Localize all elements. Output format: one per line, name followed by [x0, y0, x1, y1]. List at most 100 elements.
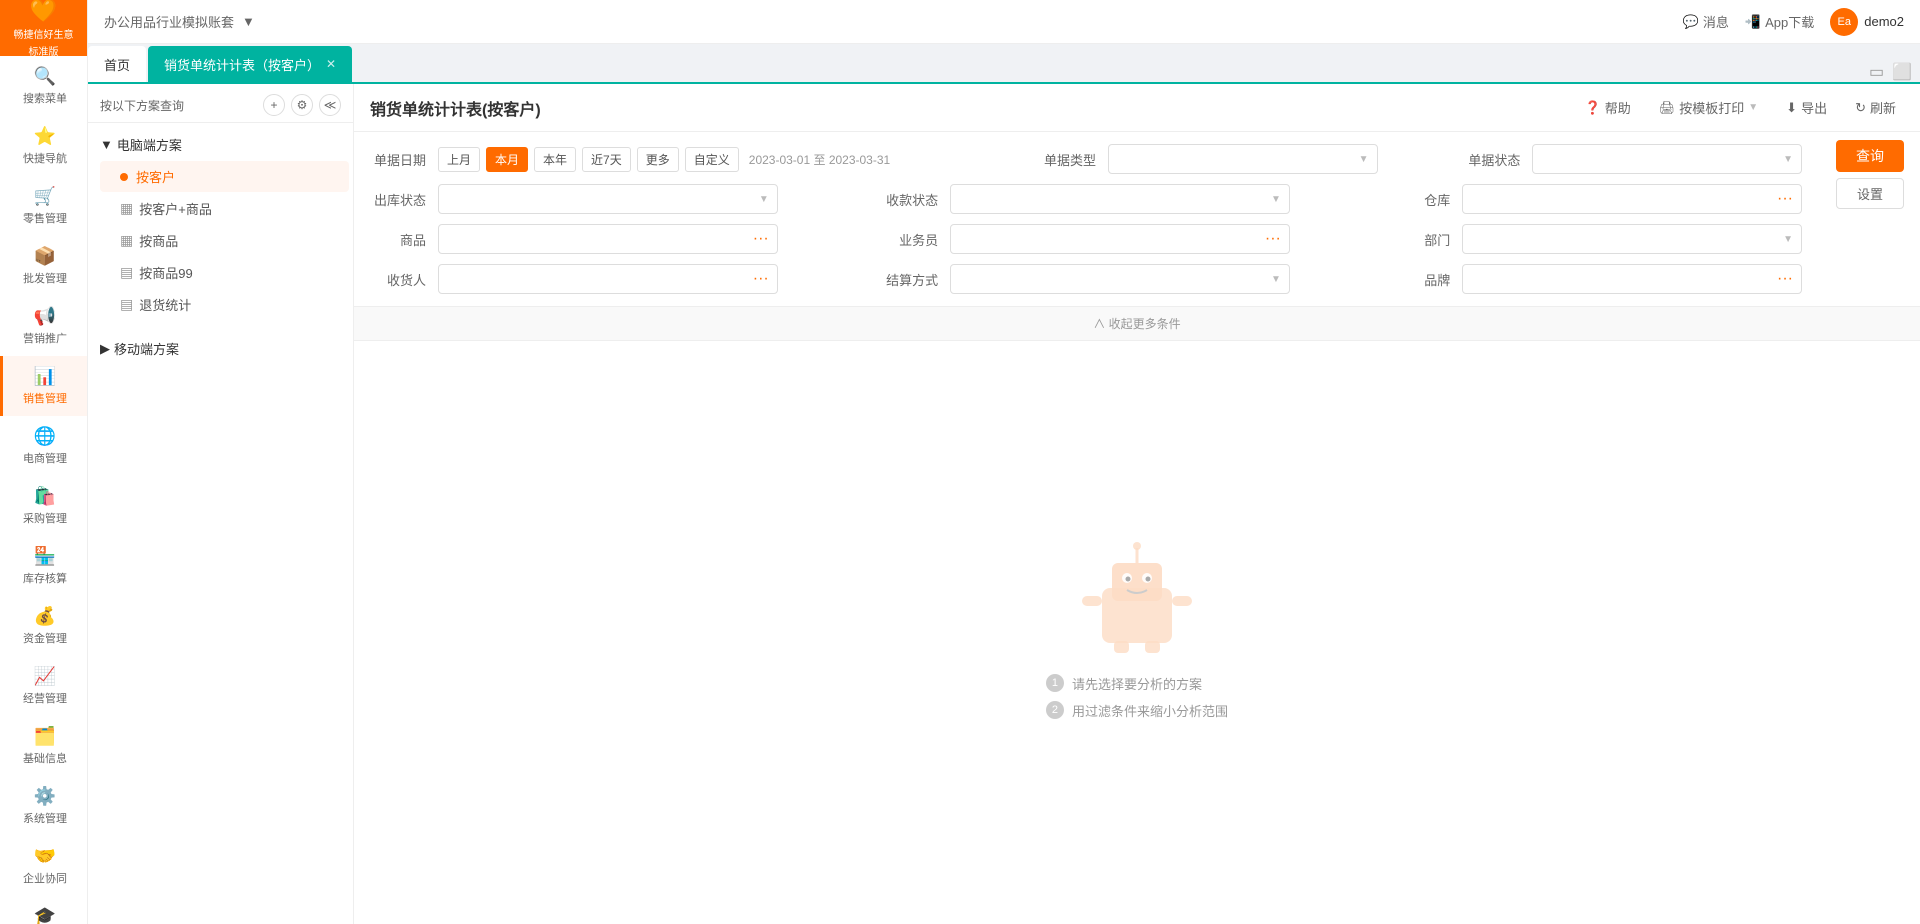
sidebar-item-basic[interactable]: 🗂️ 基础信息 — [0, 716, 88, 776]
brand-ellipsis-icon[interactable]: ··· — [1777, 270, 1793, 288]
date-btn-last-month[interactable]: 上月 — [438, 147, 480, 172]
date-btn-this-month[interactable]: 本月 — [486, 147, 528, 172]
out-status-select[interactable]: ▼ — [438, 184, 778, 214]
tab-home[interactable]: 首页 — [88, 46, 146, 82]
quicknav-icon: ⭐ — [34, 126, 56, 147]
date-btn-7days[interactable]: 近7天 — [582, 147, 631, 172]
basic-icon: 🗂️ — [34, 726, 56, 747]
panel-item-by-customer-product-label: 按客户+商品 — [139, 199, 212, 218]
sidebar-item-purchase[interactable]: 🛍️ 采购管理 — [0, 476, 88, 536]
active-dot-icon — [120, 173, 128, 181]
settlement-select[interactable]: ▼ — [950, 264, 1290, 294]
search-menu-icon: 🔍 — [34, 66, 56, 87]
sidebar-item-marketing[interactable]: 📢 营销推广 — [0, 296, 88, 356]
sidebar-item-retail[interactable]: 🛒 零售管理 — [0, 176, 88, 236]
brand-input[interactable]: ··· — [1462, 264, 1802, 294]
help-label: 帮助 — [1605, 98, 1631, 117]
message-btn[interactable]: 💬 消息 — [1683, 12, 1729, 31]
sidebar-item-search[interactable]: 🔍 搜索菜单 — [0, 56, 88, 116]
desktop-section-title[interactable]: ▼ 电脑端方案 — [88, 129, 353, 160]
receipt-status-select[interactable]: ▼ — [950, 184, 1290, 214]
goods-label: 商品 — [370, 230, 426, 249]
settings-btn[interactable]: 设置 — [1836, 178, 1904, 209]
date-btn-custom[interactable]: 自定义 — [685, 147, 739, 172]
tab-sales-stat[interactable]: 销货单统计计表（按客户） ✕ — [148, 46, 352, 82]
panel-item-return-stat-label: 退货统计 — [139, 295, 191, 314]
query-btn[interactable]: 查询 — [1836, 140, 1904, 172]
empty-hints: 1 请先选择要分析的方案 2 用过滤条件来缩小分析范围 — [1046, 674, 1228, 728]
recipient-input[interactable]: ··· — [438, 264, 778, 294]
date-btn-more[interactable]: 更多 — [637, 147, 679, 172]
add-scheme-btn[interactable]: + — [263, 94, 285, 116]
sidebar-item-wholesale[interactable]: 📦 批发管理 — [0, 236, 88, 296]
recipient-label: 收货人 — [370, 270, 426, 289]
header-right: 💬 消息 📲 App下载 Ea demo2 — [1683, 8, 1904, 36]
user-name: demo2 — [1864, 14, 1904, 29]
sidebar-item-ecommerce[interactable]: 🌐 电商管理 — [0, 416, 88, 476]
left-panel-header: 按以下方案查询 + ⚙ ≪ — [88, 84, 353, 123]
doc-status-arrow-icon: ▼ — [1783, 154, 1793, 165]
sidebar-item-system[interactable]: ⚙️ 系统管理 — [0, 776, 88, 836]
sidebar-item-newbie[interactable]: 🎓 新手引导 — [0, 896, 88, 924]
export-icon: ⬇ — [1786, 100, 1797, 116]
panel-item-by-customer-product[interactable]: ▦ 按客户+商品 — [100, 193, 349, 224]
panel-item-by-product[interactable]: ▦ 按商品 — [100, 225, 349, 256]
staff-input[interactable]: ··· — [950, 224, 1290, 254]
marketing-icon: 📢 — [34, 306, 56, 327]
date-btn-this-year[interactable]: 本年 — [534, 147, 576, 172]
filter-wrapper: 单据日期 上月 本月 本年 近7天 更多 自定义 2023-03-01 至 20… — [354, 132, 1920, 341]
help-btn[interactable]: ❓ 帮助 — [1577, 94, 1639, 121]
top-header: 办公用品行业模拟账套 ▼ 💬 消息 📲 App下载 Ea demo2 — [88, 0, 1920, 44]
sidebar-system-label: 系统管理 — [23, 810, 67, 826]
hint-2-num: 2 — [1046, 701, 1064, 719]
warehouse-input[interactable]: ··· — [1462, 184, 1802, 214]
empty-hint-1: 1 请先选择要分析的方案 — [1046, 674, 1228, 693]
panel-item-return-stat[interactable]: ▤ 退货统计 — [100, 289, 349, 320]
user-info[interactable]: Ea demo2 — [1830, 8, 1904, 36]
purchase-icon: 🛍️ — [34, 486, 56, 507]
refresh-btn[interactable]: ↻ 刷新 — [1847, 94, 1904, 121]
panel-item-by-product-99[interactable]: ▤ 按商品99 — [100, 257, 349, 288]
dept-label: 部门 — [1394, 230, 1450, 249]
tab-minimize-icon[interactable]: ▭ — [1869, 62, 1884, 82]
template-print-btn[interactable]: 🖨 按模板打印 ▼ — [1651, 94, 1766, 121]
sidebar-item-operations[interactable]: 📈 经营管理 — [0, 656, 88, 716]
sidebar-item-inventory[interactable]: 🏪 库存核算 — [0, 536, 88, 596]
recipient-ellipsis-icon[interactable]: ··· — [753, 270, 769, 288]
page-title: 销货单统计计表(按客户) — [370, 96, 541, 120]
mobile-section-title[interactable]: ▶ 移动端方案 — [88, 333, 353, 364]
doc-status-select[interactable]: ▼ — [1532, 144, 1802, 174]
collapse-bar[interactable]: ∧ 收起更多条件 — [354, 307, 1920, 341]
sidebar: 🧡 畅捷信好生意 标准版 🔍 搜索菜单 ⭐ 快捷导航 🛒 零售管理 📦 批发管理… — [0, 0, 88, 924]
tab-home-label: 首页 — [104, 55, 130, 74]
app-download-btn[interactable]: 📲 App下载 — [1745, 12, 1814, 31]
export-label: 导出 — [1801, 98, 1827, 117]
collapse-label: 收起更多条件 — [1109, 317, 1181, 331]
user-avatar: Ea — [1830, 8, 1858, 36]
doc-type-select[interactable]: ▼ — [1108, 144, 1378, 174]
collapse-panel-btn[interactable]: ≪ — [319, 94, 341, 116]
main-area: 办公用品行业模拟账套 ▼ 💬 消息 📲 App下载 Ea demo2 首页 销货… — [88, 0, 1920, 924]
settings-scheme-btn[interactable]: ⚙ — [291, 94, 313, 116]
sidebar-item-sales[interactable]: 📊 销售管理 — [0, 356, 88, 416]
sidebar-item-enterprise[interactable]: 🤝 企业协同 — [0, 836, 88, 896]
tab-maximize-icon[interactable]: ⬜ — [1892, 62, 1912, 82]
staff-label: 业务员 — [882, 230, 938, 249]
dept-select[interactable]: ▼ — [1462, 224, 1802, 254]
sidebar-item-finance[interactable]: 💰 资金管理 — [0, 596, 88, 656]
grid-icon-2: ▦ — [120, 232, 133, 249]
staff-ellipsis-icon[interactable]: ··· — [1265, 230, 1281, 248]
empty-hint-2: 2 用过滤条件来缩小分析范围 — [1046, 701, 1228, 720]
warehouse-ellipsis-icon[interactable]: ··· — [1777, 190, 1793, 208]
export-btn[interactable]: ⬇ 导出 — [1778, 94, 1835, 121]
tab-close-icon[interactable]: ✕ — [326, 57, 336, 71]
empty-state: 1 请先选择要分析的方案 2 用过滤条件来缩小分析范围 — [354, 341, 1920, 924]
date-range-display: 2023-03-01 至 2023-03-31 — [749, 151, 890, 168]
grid-icon-1: ▦ — [120, 200, 133, 217]
sidebar-operations-label: 经营管理 — [23, 690, 67, 706]
goods-ellipsis-icon[interactable]: ··· — [753, 230, 769, 248]
filter-area: 单据日期 上月 本月 本年 近7天 更多 自定义 2023-03-01 至 20… — [354, 132, 1920, 307]
panel-item-by-customer[interactable]: 按客户 — [100, 161, 349, 192]
sidebar-item-quicknav[interactable]: ⭐ 快捷导航 — [0, 116, 88, 176]
goods-input[interactable]: ··· — [438, 224, 778, 254]
